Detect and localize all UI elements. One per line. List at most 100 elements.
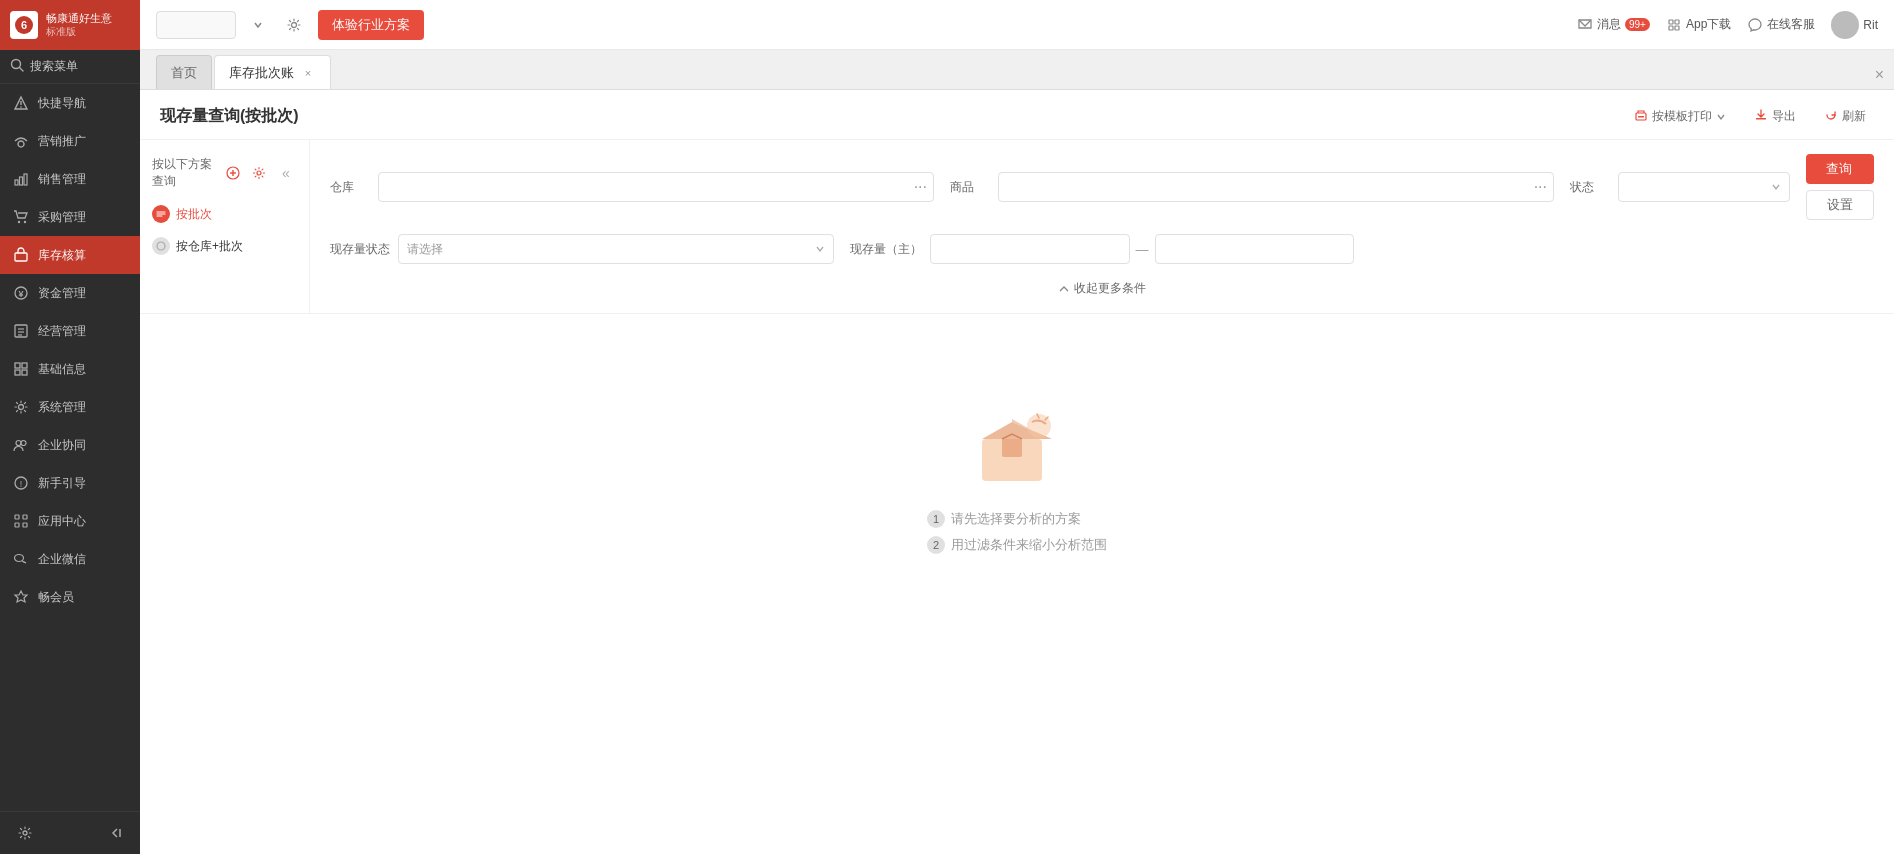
query-button[interactable]: 查询 xyxy=(1806,154,1874,184)
quick-nav-icon xyxy=(12,94,30,112)
product-input[interactable] xyxy=(1005,180,1530,194)
product-input-wrapper[interactable]: ··· xyxy=(998,172,1554,202)
svg-point-12 xyxy=(24,221,26,223)
refresh-btn[interactable]: 刷新 xyxy=(1816,104,1874,129)
svg-point-35 xyxy=(23,831,27,835)
export-icon xyxy=(1754,108,1768,125)
sidebar-item-ops[interactable]: 经营管理 xyxy=(0,312,140,350)
svg-rect-13 xyxy=(15,253,27,261)
system-icon xyxy=(12,398,30,416)
tip-num-1: 1 xyxy=(927,510,945,528)
collapse-sidebar-btn[interactable] xyxy=(102,820,128,846)
sidebar-item-purchase[interactable]: 采购管理 xyxy=(0,198,140,236)
finance-icon: ¥ xyxy=(12,284,30,302)
user-avatar-btn[interactable]: Rit xyxy=(1831,11,1878,39)
inventory-status-field: 现存量状态 请选择 xyxy=(330,234,834,264)
warehouse-dots-icon[interactable]: ··· xyxy=(914,179,927,195)
wechat-icon xyxy=(12,550,30,568)
tab-home-label: 首页 xyxy=(171,64,197,82)
app-download-btn[interactable]: App下载 xyxy=(1666,16,1731,33)
sidebar-item-inventory[interactable]: 库存核算 xyxy=(0,236,140,274)
sidebar-item-wechat[interactable]: 企业微信 xyxy=(0,540,140,578)
topbar-dropdown-btn[interactable] xyxy=(246,13,270,37)
scheme-icon-batch xyxy=(152,205,170,223)
warehouse-input-wrapper[interactable]: ··· xyxy=(378,172,934,202)
marketing-icon xyxy=(12,132,30,150)
refresh-icon xyxy=(1824,108,1838,125)
tip-text-1: 请先选择要分析的方案 xyxy=(951,510,1081,528)
newbie-icon: ! xyxy=(12,474,30,492)
tip-text-2: 用过滤条件来缩小分析范围 xyxy=(951,536,1107,554)
inventory-status-label: 现存量状态 xyxy=(330,241,390,258)
sidebar-label: 销售管理 xyxy=(38,171,86,188)
tip-num-2: 2 xyxy=(927,536,945,554)
sidebar-item-search[interactable]: 搜索菜单 xyxy=(0,50,140,84)
tab-home[interactable]: 首页 xyxy=(156,55,212,89)
collapse-more-btn[interactable]: 收起更多条件 xyxy=(330,274,1874,299)
messages-badge: 99+ xyxy=(1625,18,1650,31)
sidebar-item-newbie[interactable]: ! 新手引导 xyxy=(0,464,140,502)
status-dropdown[interactable] xyxy=(1618,172,1790,202)
enterprise-icon xyxy=(12,436,30,454)
sidebar-label: 企业微信 xyxy=(38,551,86,568)
svg-point-37 xyxy=(292,22,297,27)
product-dots-icon[interactable]: ··· xyxy=(1534,179,1547,195)
export-btn[interactable]: 导出 xyxy=(1746,104,1804,129)
messages-btn[interactable]: 消息 99+ xyxy=(1577,16,1650,33)
online-service-label: 在线客服 xyxy=(1767,16,1815,33)
refresh-label: 刷新 xyxy=(1842,108,1866,125)
purchase-icon xyxy=(12,208,30,226)
tab-batch-account[interactable]: 库存批次账 × xyxy=(214,55,331,89)
settings-footer-btn[interactable] xyxy=(12,820,38,846)
tabbar: 首页 库存批次账 × × xyxy=(140,50,1894,90)
add-scheme-btn[interactable] xyxy=(223,163,243,183)
sidebar-item-quick-nav[interactable]: 快捷导航 xyxy=(0,84,140,122)
collapse-filter-btn[interactable]: « xyxy=(275,162,297,184)
sidebar-footer xyxy=(0,811,140,854)
sidebar-item-marketing[interactable]: 营销推广 xyxy=(0,122,140,160)
page-actions: 按模板打印 导出 刷新 xyxy=(1626,104,1874,129)
sidebar-item-enterprise[interactable]: 企业协同 xyxy=(0,426,140,464)
sidebar-label: 应用中心 xyxy=(38,513,86,530)
svg-text:6: 6 xyxy=(21,19,27,31)
topbar-search-input[interactable] xyxy=(156,11,236,39)
sidebar-item-basic[interactable]: 基础信息 xyxy=(0,350,140,388)
app-version: 标准版 xyxy=(46,25,112,39)
sidebar-item-finance[interactable]: ¥ 资金管理 xyxy=(0,274,140,312)
scheme-settings-btn[interactable] xyxy=(249,163,269,183)
sidebar-label: 营销推广 xyxy=(38,133,86,150)
inventory-qty-range: — xyxy=(930,234,1354,264)
print-dropdown-icon xyxy=(1716,112,1726,122)
sidebar-header: 6 畅康通好生意 标准版 xyxy=(0,0,140,50)
scheme-by-warehouse-batch[interactable]: 按仓库+批次 xyxy=(140,230,309,262)
inventory-qty-label: 现存量（主） xyxy=(850,241,922,258)
sidebar-item-system[interactable]: 系统管理 xyxy=(0,388,140,426)
empty-tips-list: 1 请先选择要分析的方案 2 用过滤条件来缩小分析范围 xyxy=(927,510,1107,554)
filter-panel: 按以下方案查询 « 按批次 xyxy=(140,140,1894,314)
settings-button[interactable]: 设置 xyxy=(1806,190,1874,220)
svg-marker-34 xyxy=(15,591,27,602)
print-template-btn[interactable]: 按模板打印 xyxy=(1626,104,1734,129)
svg-line-3 xyxy=(20,68,24,72)
status-dropdown-icon xyxy=(1771,182,1781,192)
svg-point-24 xyxy=(19,405,24,410)
sidebar-label: 资金管理 xyxy=(38,285,86,302)
topbar-input-area xyxy=(156,11,236,39)
tab-close-btn[interactable]: × xyxy=(300,65,316,81)
sidebar-item-app-center[interactable]: 应用中心 xyxy=(0,502,140,540)
svg-rect-10 xyxy=(24,174,27,185)
sidebar-label: 经营管理 xyxy=(38,323,86,340)
scheme-by-batch[interactable]: 按批次 xyxy=(140,198,309,230)
sidebar-item-sales[interactable]: 销售管理 xyxy=(0,160,140,198)
svg-rect-38 xyxy=(1669,20,1673,24)
inventory-qty-to[interactable] xyxy=(1155,234,1355,264)
trial-button[interactable]: 体验行业方案 xyxy=(318,10,424,40)
online-service-btn[interactable]: 在线客服 xyxy=(1747,16,1815,33)
topbar-gear-btn[interactable] xyxy=(280,11,308,39)
inventory-status-select[interactable]: 请选择 xyxy=(398,234,834,264)
svg-text:!: ! xyxy=(20,479,23,489)
inventory-qty-from[interactable] xyxy=(930,234,1130,264)
tabbar-close-btn[interactable]: × xyxy=(1875,66,1884,84)
sidebar-item-member[interactable]: 畅会员 xyxy=(0,578,140,616)
warehouse-input[interactable] xyxy=(385,180,910,194)
